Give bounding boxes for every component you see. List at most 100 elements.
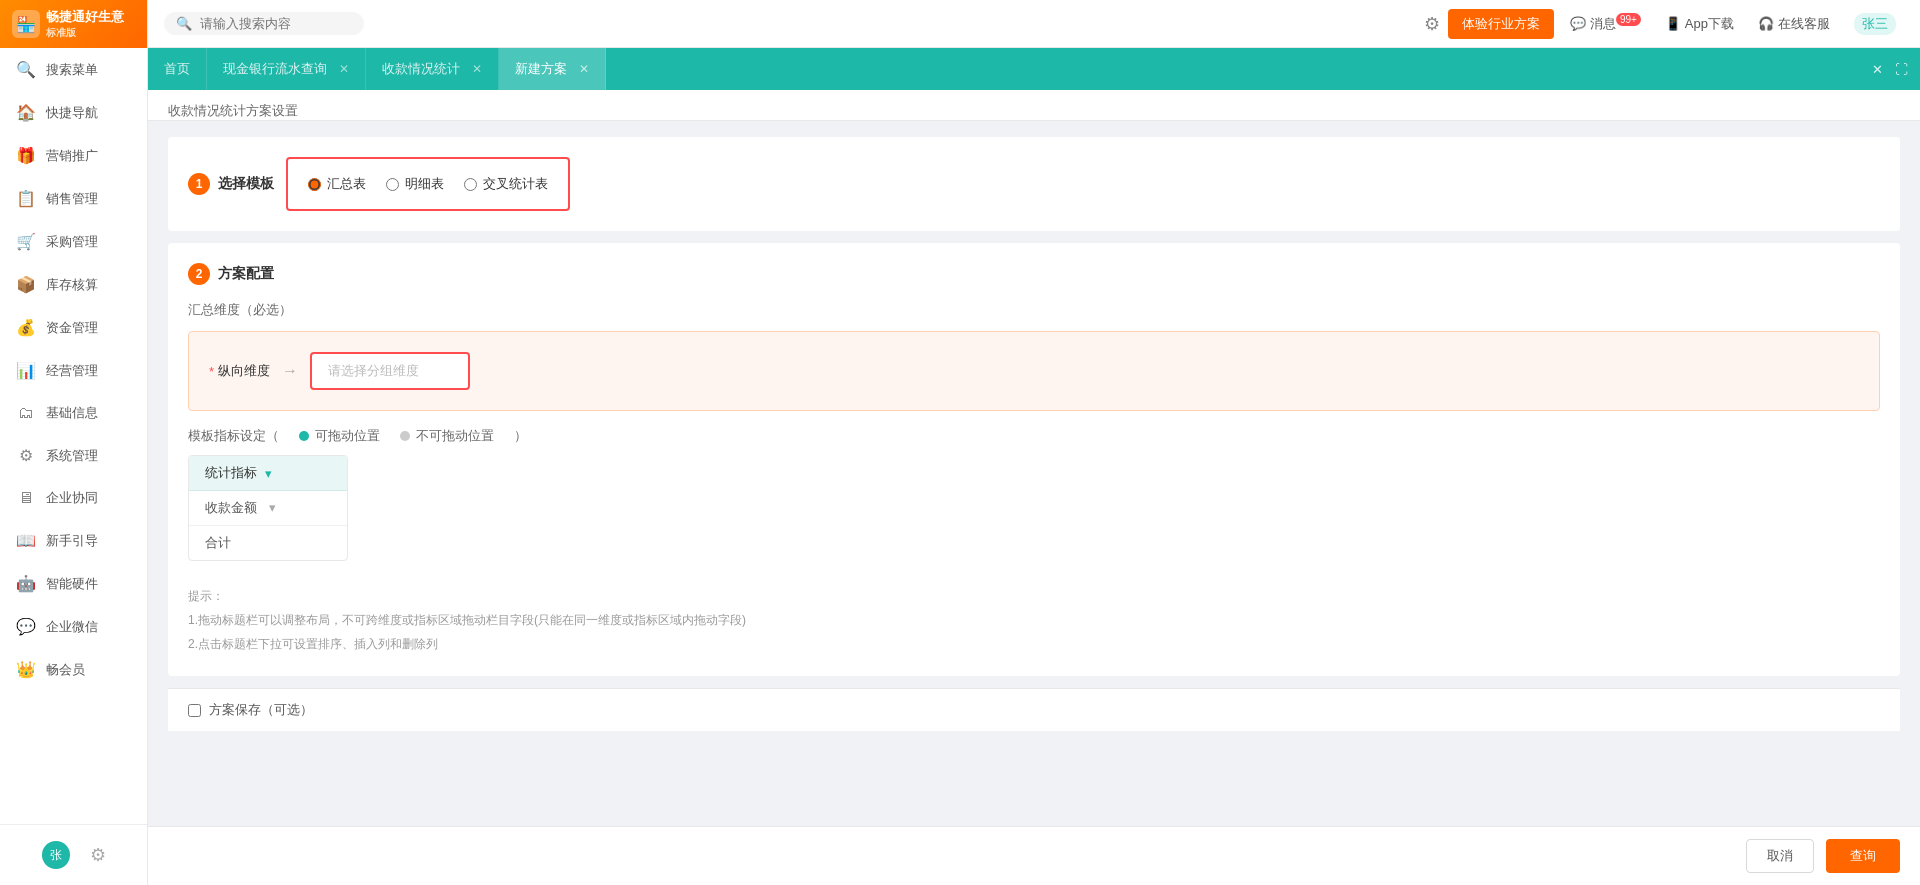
- step2-badge: 2: [188, 263, 210, 285]
- user-btn[interactable]: 张三: [1846, 9, 1904, 39]
- sidebar-nav: 🔍 搜索菜单 🏠 快捷导航 🎁 营销推广 📋 销售管理 🛒 采购管理 📦 库存核…: [0, 48, 147, 824]
- sidebar-item-guide[interactable]: 📖 新手引导: [0, 519, 147, 562]
- tab-bank-flow[interactable]: 现金银行流水查询 ✕: [207, 48, 366, 90]
- sidebar-label-cooperation: 企业协同: [46, 489, 98, 507]
- settings-icon[interactable]: ⚙: [1424, 13, 1440, 35]
- user-name: 张三: [1854, 13, 1896, 35]
- cooperation-icon: 🖥: [16, 489, 36, 507]
- sidebar-item-purchase[interactable]: 🛒 采购管理: [0, 220, 147, 263]
- cancel-button[interactable]: 取消: [1746, 839, 1814, 873]
- metrics-cell-receipt-label: 收款金额: [205, 500, 257, 515]
- download-btn[interactable]: 📱 App下载: [1657, 11, 1742, 37]
- radio-cross[interactable]: 交叉统计表: [464, 175, 548, 193]
- sidebar-item-sales[interactable]: 📋 销售管理: [0, 177, 147, 220]
- user-avatar: 张: [42, 841, 70, 869]
- metrics-table: 统计指标 ▾ 收款金额 ▾ 合计: [188, 455, 348, 561]
- required-dimension-label: * 纵向维度: [209, 362, 270, 380]
- template-options: 汇总表 明细表 交叉统计表: [286, 157, 570, 211]
- tab-home[interactable]: 首页: [148, 48, 207, 90]
- dimension-row: * 纵向维度 → 请选择分组维度: [209, 352, 1859, 390]
- radio-detail[interactable]: 明细表: [386, 175, 444, 193]
- sidebar-item-marketing[interactable]: 🎁 营销推广: [0, 134, 147, 177]
- sidebar: 🏪 畅捷通好生意 标准版 🔍 搜索菜单 🏠 快捷导航 🎁 营销推广 📋 销售管理…: [0, 0, 148, 885]
- draggable-dot: [299, 431, 309, 441]
- logo-name: 畅捷通好生意: [46, 8, 124, 26]
- tab-new-plan[interactable]: 新建方案 ✕: [499, 48, 606, 90]
- settings-icon2[interactable]: ⚙: [90, 844, 106, 866]
- step2-section: 2 方案配置 汇总维度（必选） * 纵向维度 → 请选择分组维度: [168, 243, 1900, 676]
- bottom-bar: 取消 查询: [148, 826, 1920, 885]
- edition-badge: 标准版: [46, 26, 124, 40]
- sidebar-label-search-menu: 搜索菜单: [46, 61, 98, 79]
- sidebar-item-cooperation[interactable]: 🖥 企业协同: [0, 477, 147, 519]
- service-label: 在线客服: [1778, 15, 1830, 33]
- wechat-icon: 💬: [16, 617, 36, 636]
- metrics-cell-dropdown[interactable]: ▾: [269, 500, 276, 515]
- logo-icon: 🏪: [12, 10, 40, 38]
- sidebar-item-search-menu[interactable]: 🔍 搜索菜单: [0, 48, 147, 91]
- metrics-label-start: 模板指标设定（: [188, 427, 279, 445]
- step1-badge: 1: [188, 173, 210, 195]
- quick-nav-icon: 🏠: [16, 103, 36, 122]
- search-menu-icon: 🔍: [16, 60, 36, 79]
- metrics-cell-total-label: 合计: [205, 535, 231, 550]
- sidebar-item-inventory[interactable]: 📦 库存核算: [0, 263, 147, 306]
- save-checkbox[interactable]: [188, 704, 201, 717]
- metrics-dropdown-icon[interactable]: ▾: [265, 466, 272, 481]
- radio-summary[interactable]: 汇总表: [308, 175, 366, 193]
- sidebar-label-wechat: 企业微信: [46, 618, 98, 636]
- sidebar-item-wechat[interactable]: 💬 企业微信: [0, 605, 147, 648]
- sidebar-label-basic: 基础信息: [46, 404, 98, 422]
- tabbar: 首页 现金银行流水查询 ✕ 收款情况统计 ✕ 新建方案 ✕ ✕ ⛶: [148, 48, 1920, 90]
- topbar: 🔍 ⚙ 体验行业方案 💬 消息 99+ 📱 App下载 🎧 在线客服 张三: [148, 0, 1920, 48]
- non-draggable-label: 不可拖动位置: [416, 427, 494, 445]
- sidebar-item-operation[interactable]: 📊 经营管理: [0, 349, 147, 392]
- metrics-table-header-label: 统计指标: [205, 464, 257, 482]
- sidebar-item-hardware[interactable]: 🤖 智能硬件: [0, 562, 147, 605]
- radio-detail-label: 明细表: [405, 175, 444, 193]
- tips-section: 提示： 1.拖动标题栏可以调整布局，不可跨维度或指标区域拖动栏目字段(只能在同一…: [188, 584, 1880, 656]
- download-label: App下载: [1685, 15, 1734, 33]
- dimension-select[interactable]: 请选择分组维度: [310, 352, 470, 390]
- sales-icon: 📋: [16, 189, 36, 208]
- expand-window-icon[interactable]: ⛶: [1895, 62, 1908, 77]
- step1-title: 选择模板: [218, 175, 274, 193]
- tab-receipt-stats-close[interactable]: ✕: [472, 62, 482, 76]
- search-input[interactable]: [200, 16, 340, 31]
- query-button[interactable]: 查询: [1826, 839, 1900, 873]
- system-icon: ⚙: [16, 446, 36, 465]
- metrics-cell-receipt: 收款金额 ▾: [189, 491, 347, 525]
- breadcrumb: 收款情况统计方案设置: [168, 103, 298, 118]
- radio-detail-input[interactable]: [386, 178, 399, 191]
- radio-cross-input[interactable]: [464, 178, 477, 191]
- tab-new-plan-close[interactable]: ✕: [579, 62, 589, 76]
- sidebar-label-member: 畅会员: [46, 661, 85, 679]
- message-label: 消息: [1590, 15, 1616, 33]
- sidebar-item-system[interactable]: ⚙ 系统管理: [0, 434, 147, 477]
- sidebar-item-quick-nav[interactable]: 🏠 快捷导航: [0, 91, 147, 134]
- search-bar[interactable]: 🔍: [164, 12, 364, 35]
- sidebar-label-operation: 经营管理: [46, 362, 98, 380]
- sidebar-item-member[interactable]: 👑 畅会员: [0, 648, 147, 691]
- metrics-section: 模板指标设定（ 可拖动位置 不可拖动位置 ） 统计指标: [188, 427, 1880, 564]
- close-window-icon[interactable]: ✕: [1872, 62, 1883, 77]
- sidebar-bottom-icons[interactable]: 张 ⚙: [0, 833, 147, 877]
- purchase-icon: 🛒: [16, 232, 36, 251]
- tip-item-2: 2.点击标题栏下拉可设置排序、插入列和删除列: [188, 637, 438, 651]
- industry-btn[interactable]: 体验行业方案: [1448, 9, 1554, 39]
- service-btn[interactable]: 🎧 在线客服: [1750, 11, 1838, 37]
- topbar-actions: ⚙ 体验行业方案 💬 消息 99+ 📱 App下载 🎧 在线客服 张三: [1424, 9, 1904, 39]
- basic-icon: 🗂: [16, 404, 36, 422]
- radio-summary-input[interactable]: [308, 178, 321, 191]
- tab-bank-flow-close[interactable]: ✕: [339, 62, 349, 76]
- tab-receipt-stats[interactable]: 收款情况统计 ✕: [366, 48, 499, 90]
- dimension-area: * 纵向维度 → 请选择分组维度: [188, 331, 1880, 411]
- required-star: *: [209, 364, 214, 379]
- marketing-icon: 🎁: [16, 146, 36, 165]
- step2-title: 方案配置: [218, 265, 274, 283]
- sidebar-label-hardware: 智能硬件: [46, 575, 98, 593]
- sidebar-item-basic[interactable]: 🗂 基础信息: [0, 392, 147, 434]
- operation-icon: 📊: [16, 361, 36, 380]
- message-btn[interactable]: 💬 消息 99+: [1562, 11, 1649, 37]
- sidebar-item-finance[interactable]: 💰 资金管理: [0, 306, 147, 349]
